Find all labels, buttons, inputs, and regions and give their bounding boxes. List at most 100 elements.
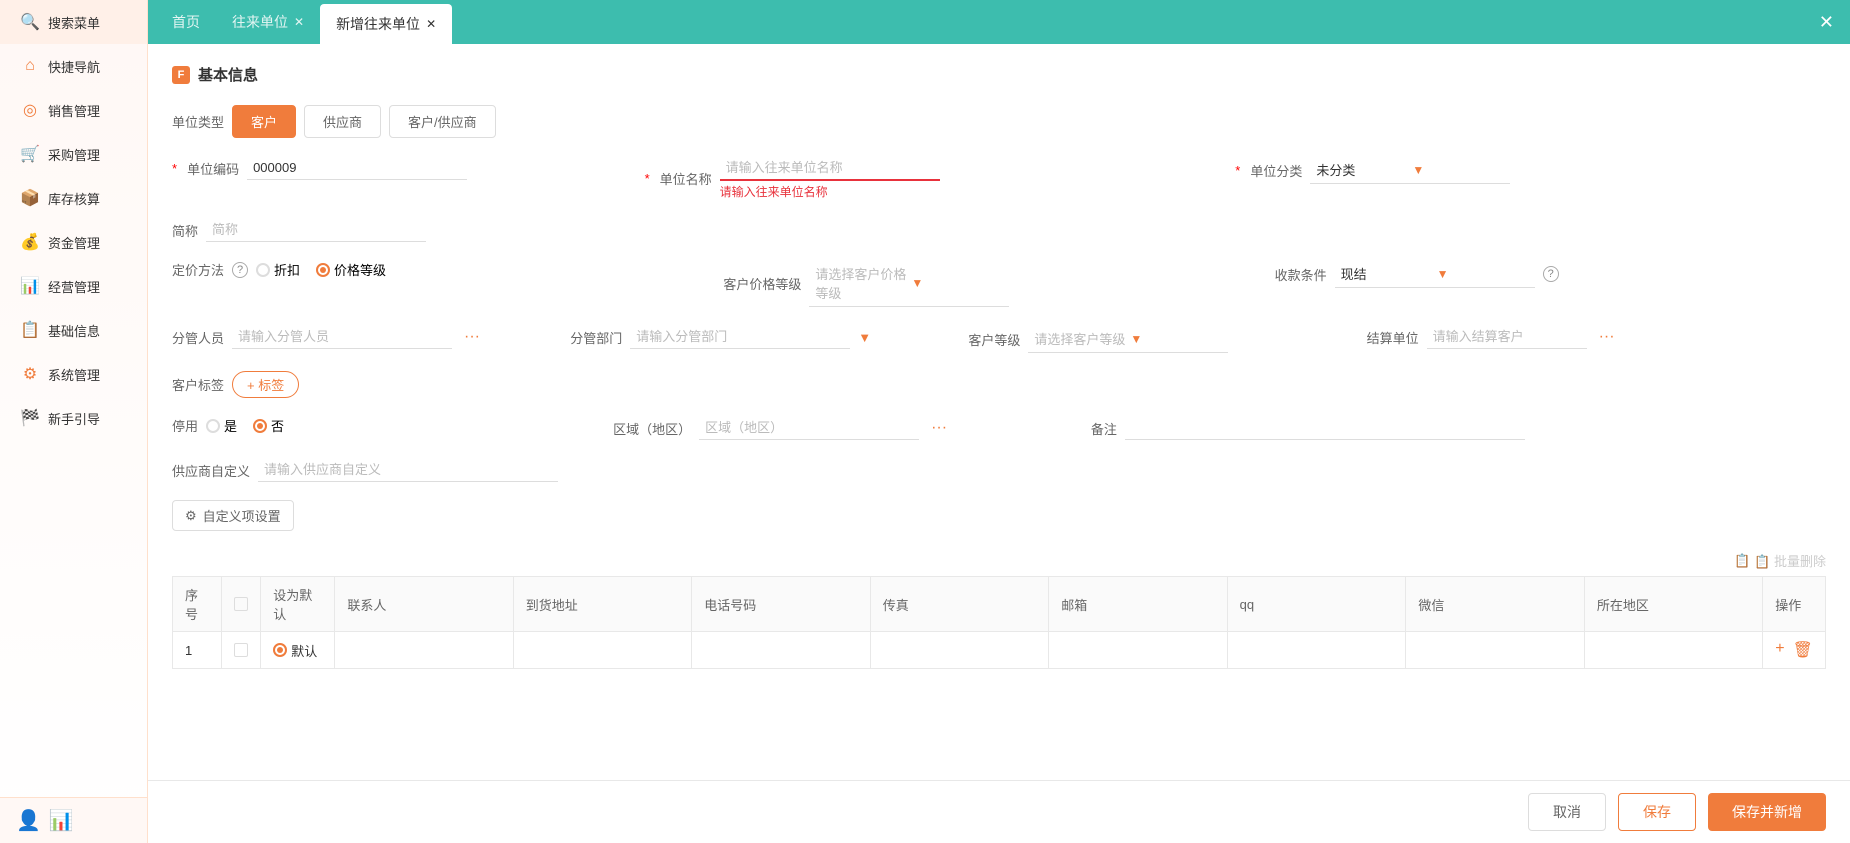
sidebar-item-inventory[interactable]: 📦 库存核算 (0, 176, 147, 220)
supplier-custom-input[interactable] (258, 458, 558, 482)
tab-home[interactable]: 首页 (156, 0, 216, 44)
sidebar-item-search[interactable]: 🔍 搜索菜单 (0, 0, 147, 44)
row-phone-input[interactable] (704, 643, 857, 658)
col-contact: 联系人 (335, 577, 513, 632)
sidebar-item-label: 系统管理 (48, 365, 100, 384)
sidebar: 🔍 搜索菜单 ⌂ 快捷导航 ◎ 销售管理 🛒 采购管理 📦 库存核算 💰 资金管… (0, 0, 148, 843)
save-and-new-button[interactable]: 保存并新增 (1708, 793, 1826, 831)
tab-new-partner-close[interactable]: ✕ (426, 18, 436, 30)
col-location: 所在地区 (1584, 577, 1762, 632)
row-phone (692, 632, 870, 669)
unit-type-supplier-btn[interactable]: 供应商 (304, 105, 381, 138)
unit-category-select[interactable]: 未分类 ▼ (1310, 156, 1510, 184)
row-fax-input[interactable] (883, 643, 1036, 658)
guide-icon: 🏁 (20, 408, 40, 428)
batch-delete-label[interactable]: 📋 批量删除 (1754, 551, 1826, 570)
row-qq-input[interactable] (1240, 643, 1394, 658)
payment-terms-select[interactable]: 现结 ▼ (1335, 260, 1535, 288)
settlement-unit-cell: 结算单位 ··· (1367, 325, 1826, 349)
row-contact-input[interactable] (347, 643, 500, 658)
unit-type-customer-btn[interactable]: 客户 (232, 105, 296, 138)
customer-level-select[interactable]: 请选择客户等级 ▼ (1028, 325, 1228, 353)
customer-price-level-label: 客户价格等级 (723, 274, 801, 293)
supplier-custom-row: 供应商自定义 (172, 458, 1826, 482)
col-fax: 传真 (870, 577, 1048, 632)
sidebar-item-label: 经营管理 (48, 277, 100, 296)
abbreviation-cell: 简称 (172, 218, 645, 242)
price-level-caret: ▼ (911, 276, 1003, 290)
sidebar-item-guide[interactable]: 🏁 新手引导 (0, 396, 147, 440)
row-default-radio[interactable]: 默认 (273, 641, 322, 660)
pricing-row: 定价方法 ? 折扣 价格等级 客户价格等级 请选择客户价格等级 (172, 260, 1826, 307)
tab-partner-close[interactable]: ✕ (294, 16, 304, 28)
region-input[interactable] (699, 416, 919, 440)
settlement-unit-dots-btn[interactable]: ··· (1595, 328, 1619, 346)
row-checkbox-input[interactable] (234, 643, 248, 657)
customer-level-label: 客户等级 (968, 330, 1020, 349)
tab-new-partner[interactable]: 新增往来单位 ✕ (320, 4, 452, 44)
sidebar-item-management[interactable]: 📊 经营管理 (0, 264, 147, 308)
disabled-yes-radio[interactable] (206, 419, 220, 433)
department-cell: 分管部门 ▼ (570, 325, 968, 349)
col-email: 邮箱 (1049, 577, 1227, 632)
unit-category-caret: ▼ (1412, 163, 1504, 177)
customer-level-cell: 客户等级 请选择客户等级 ▼ (968, 325, 1366, 353)
unit-type-both-btn[interactable]: 客户/供应商 (389, 105, 496, 138)
disabled-no-option[interactable]: 否 (253, 416, 284, 435)
tab-partner[interactable]: 往来单位 ✕ (216, 0, 320, 44)
customer-level-caret: ▼ (1130, 332, 1222, 346)
customer-tag-label: 客户标签 (172, 375, 224, 394)
settings-gear-icon: ⚙ (185, 508, 197, 524)
customer-price-level-select[interactable]: 请选择客户价格等级 ▼ (809, 260, 1009, 307)
supervisor-dots-btn[interactable]: ··· (460, 328, 484, 346)
abbreviation-input[interactable] (206, 218, 426, 242)
settlement-unit-input[interactable] (1427, 325, 1587, 349)
sidebar-item-basic-info[interactable]: 📋 基础信息 (0, 308, 147, 352)
sidebar-item-label: 基础信息 (48, 321, 100, 340)
row-email-input[interactable] (1061, 643, 1214, 658)
management-icon: 📊 (20, 276, 40, 296)
custom-settings-button[interactable]: ⚙ 自定义项设置 (172, 500, 294, 531)
supervisor-input[interactable] (232, 325, 452, 349)
department-input[interactable] (630, 325, 850, 349)
unit-name-error: 请输入往来单位名称 (720, 183, 940, 200)
sidebar-item-quick-nav[interactable]: ⌂ 快捷导航 (0, 44, 147, 88)
disabled-yes-option[interactable]: 是 (206, 416, 237, 435)
sidebar-item-purchase[interactable]: 🛒 采购管理 (0, 132, 147, 176)
header-checkbox[interactable] (234, 597, 248, 611)
disabled-no-radio[interactable] (253, 419, 267, 433)
unit-code-input[interactable] (247, 156, 467, 180)
row-checkbox (222, 632, 261, 669)
remarks-input[interactable] (1125, 416, 1525, 440)
sidebar-item-system[interactable]: ⚙ 系统管理 (0, 352, 147, 396)
pricing-discount-option[interactable]: 折扣 (256, 260, 300, 279)
payment-terms-help-icon[interactable]: ? (1543, 266, 1559, 282)
unit-name-input[interactable] (720, 156, 940, 181)
row-location-input[interactable] (1597, 643, 1750, 658)
window-close-button[interactable]: ✕ (1811, 12, 1842, 33)
sidebar-item-label: 采购管理 (48, 145, 100, 164)
add-tag-button[interactable]: + 标签 (232, 371, 299, 398)
row-delete-btn[interactable]: 🗑 (1793, 640, 1813, 660)
sidebar-item-sales[interactable]: ◎ 销售管理 (0, 88, 147, 132)
code-name-category-row: * 单位编码 * 单位名称 请输入往来单位名称 * 单位分类 未分类 ▼ (172, 156, 1826, 200)
purchase-icon: 🛒 (20, 144, 40, 164)
pricing-discount-radio[interactable] (256, 263, 270, 277)
pricing-level-option[interactable]: 价格等级 (316, 260, 386, 279)
cancel-button[interactable]: 取消 (1528, 793, 1606, 831)
pricing-help-icon[interactable]: ? (232, 262, 248, 278)
row-wechat-input[interactable] (1418, 643, 1571, 658)
sidebar-item-finance[interactable]: 💰 资金管理 (0, 220, 147, 264)
payment-terms-caret: ▼ (1437, 267, 1529, 281)
row-address-input[interactable] (526, 643, 679, 658)
save-button[interactable]: 保存 (1618, 793, 1696, 831)
row-no: 1 (173, 632, 222, 669)
region-dots-btn[interactable]: ··· (927, 419, 951, 437)
tab-bar: 首页 往来单位 ✕ 新增往来单位 ✕ ✕ (148, 0, 1850, 44)
pricing-level-radio[interactable] (316, 263, 330, 277)
department-caret: ▼ (858, 330, 871, 345)
row-wechat (1406, 632, 1584, 669)
row-add-btn[interactable]: + (1775, 640, 1784, 660)
bottom-bar: 取消 保存 保存并新增 (148, 780, 1850, 843)
row-address (513, 632, 691, 669)
